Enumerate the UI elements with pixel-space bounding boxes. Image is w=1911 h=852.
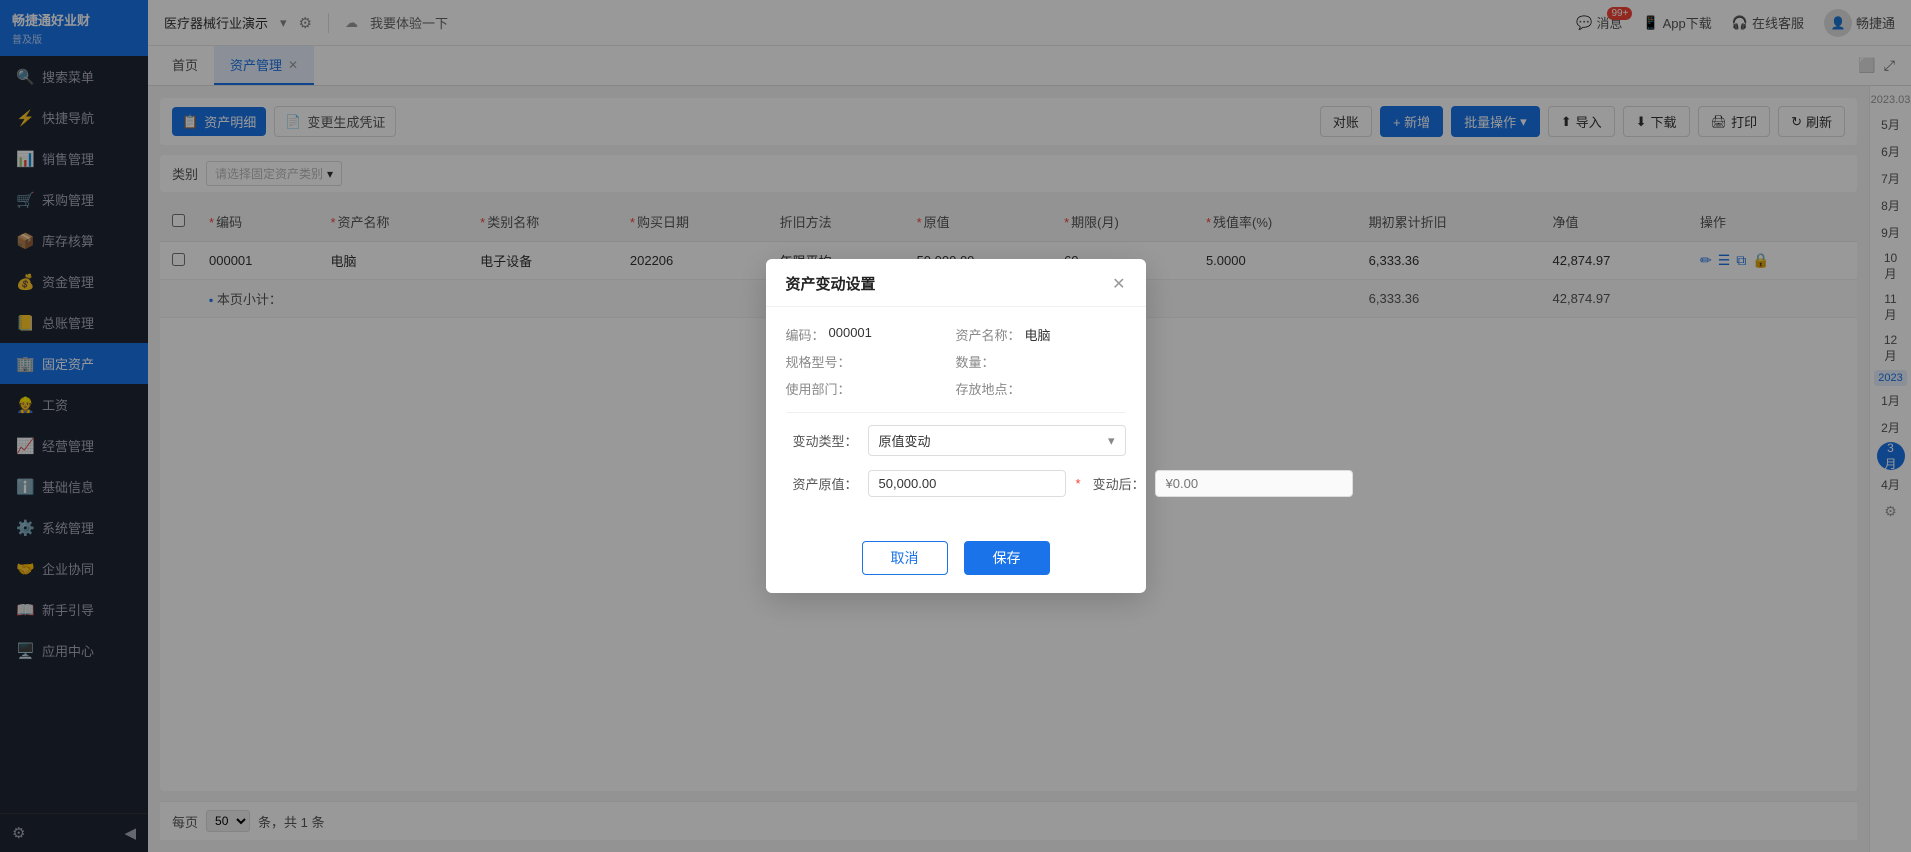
modal-field-asset-value: 资产原值： * 变动后：	[786, 470, 1126, 497]
asset-value-label: 资产原值：	[786, 474, 858, 493]
change-type-label: 变动类型：	[786, 431, 858, 450]
modal-info-name: 资产名称： 电脑	[956, 325, 1126, 344]
modal-field-change-type: 变动类型： 原值变动 ▾	[786, 425, 1126, 456]
modal-close-icon[interactable]: ✕	[1112, 274, 1125, 294]
save-button[interactable]: 保存	[964, 541, 1050, 575]
modal-info-spec: 规格型号：	[786, 352, 956, 371]
modal-footer: 取消 保存	[766, 529, 1146, 593]
modal-body: 编码： 000001 资产名称： 电脑 规格型号： 数量： 使用部门：	[766, 307, 1146, 529]
modal-title: 资产变动设置	[786, 273, 876, 294]
modal-divider	[786, 412, 1126, 413]
modal-info-dept: 使用部门：	[786, 379, 956, 398]
cancel-button[interactable]: 取消	[862, 541, 948, 575]
modal-overlay: 资产变动设置 ✕ 编码： 000001 资产名称： 电脑 规格型号： 数量：	[0, 0, 1911, 852]
required-star: *	[1076, 476, 1081, 491]
asset-value-input[interactable]	[868, 470, 1066, 497]
modal-header: 资产变动设置 ✕	[766, 259, 1146, 307]
modal-info-grid: 编码： 000001 资产名称： 电脑 规格型号： 数量： 使用部门：	[786, 325, 1126, 398]
change-type-dropdown-icon: ▾	[1108, 433, 1115, 449]
after-value-input[interactable]	[1155, 470, 1353, 497]
modal-info-qty: 数量：	[956, 352, 1126, 371]
modal-info-location: 存放地点：	[956, 379, 1126, 398]
change-type-select[interactable]: 原值变动 ▾	[868, 425, 1126, 456]
modal-info-code: 编码： 000001	[786, 325, 956, 344]
asset-change-modal: 资产变动设置 ✕ 编码： 000001 资产名称： 电脑 规格型号： 数量：	[766, 259, 1146, 593]
after-label: 变动后：	[1093, 474, 1145, 493]
